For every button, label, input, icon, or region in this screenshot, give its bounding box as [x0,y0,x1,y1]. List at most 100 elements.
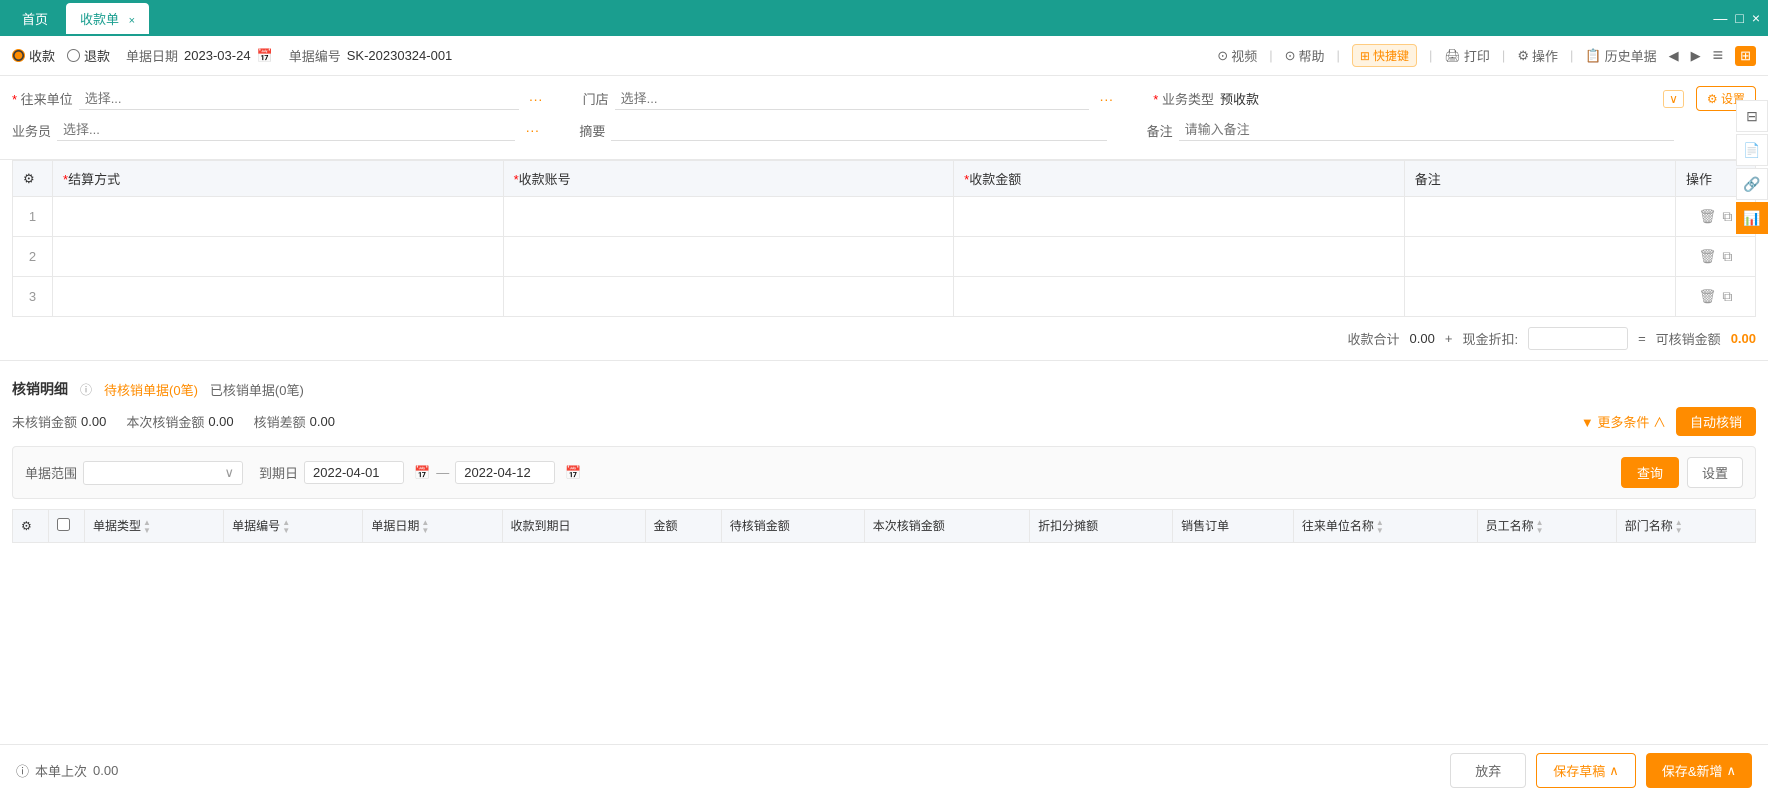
sidebar-icon-doc[interactable]: 📄 [1736,134,1768,166]
calendar-icon[interactable]: 📅 [257,48,273,64]
bottom-col-gear[interactable]: ⚙ [13,510,49,543]
total-value: 0.00 [1410,331,1435,346]
sidebar-icon-table[interactable]: ⊟ [1736,100,1768,132]
form-row-1: 往来单位 ··· 门店 ··· 业务类型 预收款 ∨ ⚙ 设置 [12,86,1756,111]
save-draft-btn[interactable]: 保存草稿 ∧ [1536,753,1636,788]
auto-verify-btn[interactable]: 自动核销 [1676,407,1756,436]
video-btn[interactable]: ⊙ 视频 [1217,46,1257,65]
radio-receipt[interactable]: 收款 [12,46,55,65]
counterparty-more-btn[interactable]: ··· [529,91,543,107]
range-select[interactable]: ∨ [83,461,243,485]
cell-amount-1[interactable] [954,197,1405,237]
cell-settlement-1[interactable] [53,197,504,237]
print-btn[interactable]: 🖨 打印 [1444,46,1490,65]
row-copy-btn-3[interactable]: ⧉ [1722,288,1732,305]
prev-icon[interactable]: ◀ [1669,48,1679,64]
filter-row: 单据范围 ∨ 到期日 📅 — 📅 查询 设置 [12,446,1756,499]
employee-more-btn[interactable]: ··· [525,122,539,138]
verify-right-actions: ▼ 更多条件 ∧ 自动核销 [1581,407,1756,436]
window-minimize[interactable]: — [1713,10,1727,26]
cell-account-2[interactable] [503,237,954,277]
cell-remark-3[interactable] [1404,277,1675,317]
save-new-btn[interactable]: 保存&新增 ∧ [1646,753,1752,788]
table-row: 2 🗑 ⧉ [13,237,1756,277]
date-field: 单据日期 2023-03-24 📅 [126,46,273,65]
tab-close-btn[interactable]: × [129,15,135,27]
bottom-col-check[interactable] [49,510,85,543]
current-verify-amount: 本次核销金额 0.00 [126,412,233,431]
row-delete-btn-3[interactable]: 🗑 [1699,288,1717,305]
table-row: 1 🗑 ⧉ [13,197,1756,237]
cal-end-icon[interactable]: 📅 [565,465,581,481]
row-delete-btn-2[interactable]: 🗑 [1699,248,1717,265]
verify-stats: 未核销金额 0.00 本次核销金额 0.00 核销差额 0.00 ▼ 更多条件 … [12,407,1756,436]
form-area: 往来单位 ··· 门店 ··· 业务类型 预收款 ∨ ⚙ 设置 [0,76,1768,160]
bottom-col-due: 收款到期日 [502,510,645,543]
history-icon: 📋 [1585,48,1601,64]
footer-actions: 放弃 保存草稿 ∧ 保存&新增 ∧ [1450,753,1752,788]
window-maximize[interactable]: □ [1735,10,1743,26]
store-more-btn[interactable]: ··· [1099,91,1113,107]
gear-col-header[interactable]: ⚙ [13,161,53,197]
tab-receipt[interactable]: 收款单 × [66,3,149,34]
sidebar-icon-chart[interactable]: 📊 [1736,202,1768,234]
counterparty-field: 往来单位 ··· [12,88,543,110]
cell-remark-2[interactable] [1404,237,1675,277]
row-num: 1 [13,197,53,237]
save-draft-arrow: ∧ [1609,763,1619,779]
bottom-col-number: 单据编号▲▼ [224,510,363,543]
abandon-btn[interactable]: 放弃 [1450,753,1526,788]
date-start-input[interactable] [304,461,404,484]
pending-tab[interactable]: 待核销单据(0笔) [104,380,198,399]
bottom-gear-icon[interactable]: ⚙ [21,519,32,533]
business-type-dropdown[interactable]: ∨ [1663,90,1684,108]
cell-account-3[interactable] [503,277,954,317]
operation-btn[interactable]: ⚙ 操作 [1517,46,1558,65]
help-btn[interactable]: ⊙ 帮助 [1285,46,1325,65]
row-delete-btn-1[interactable]: 🗑 [1699,208,1717,225]
row-copy-btn-1[interactable]: ⧉ [1722,208,1732,225]
hotkey-btn[interactable]: ⊞ 快捷键 [1352,44,1417,67]
footer-prev-label: ⓘ 本单上次 0.00 [16,761,118,780]
cal-start-icon[interactable]: 📅 [414,465,430,481]
filter-settings-btn[interactable]: 设置 [1687,457,1743,488]
select-all-checkbox[interactable] [57,518,70,531]
store-input[interactable] [615,88,1090,110]
radio-refund[interactable]: 退款 [67,46,110,65]
tab-bar-controls: — □ × [1713,10,1760,26]
grid-icon[interactable]: ⊞ [1735,46,1756,66]
tab-home[interactable]: 首页 [8,3,62,34]
table-gear-icon[interactable]: ⚙ [23,171,35,186]
more-conditions-btn[interactable]: ▼ 更多条件 ∧ [1581,412,1666,431]
cell-amount-3[interactable] [954,277,1405,317]
bottom-col-pending: 待核销金额 [721,510,864,543]
menu-icon[interactable]: ≡ [1713,45,1724,66]
window-close[interactable]: × [1752,10,1760,26]
sidebar-icon-link[interactable]: 🔗 [1736,168,1768,200]
filter-buttons: 查询 设置 [1621,457,1743,488]
business-type-field: 业务类型 预收款 ∨ [1153,89,1684,108]
remark-input[interactable] [1179,119,1674,141]
cell-amount-2[interactable] [954,237,1405,277]
history-btn[interactable]: 📋 历史单据 [1585,46,1656,65]
counterparty-input[interactable] [79,88,519,110]
next-icon[interactable]: ▶ [1691,48,1701,64]
verify-info-icon[interactable]: ⓘ [80,381,92,398]
date-end-input[interactable] [455,461,555,484]
employee-input[interactable] [57,119,515,141]
bottom-col-order: 销售订单 [1173,510,1294,543]
store-field: 门店 ··· [583,88,1114,110]
summary-input[interactable] [611,119,1106,141]
cell-remark-1[interactable] [1404,197,1675,237]
discount-input[interactable] [1528,327,1628,350]
number-field: 单据编号 SK-20230324-001 [289,46,453,65]
done-tab[interactable]: 已核销单据(0笔) [210,380,304,399]
cell-settlement-3[interactable] [53,277,504,317]
query-btn[interactable]: 查询 [1621,457,1679,488]
cell-account-1[interactable] [503,197,954,237]
cell-settlement-2[interactable] [53,237,504,277]
footer-prev-icon[interactable]: ⓘ [16,761,29,780]
remark-field: 备注 [1147,119,1674,141]
row-copy-btn-2[interactable]: ⧉ [1722,248,1732,265]
bottom-col-employee: 员工名称▲▼ [1477,510,1616,543]
